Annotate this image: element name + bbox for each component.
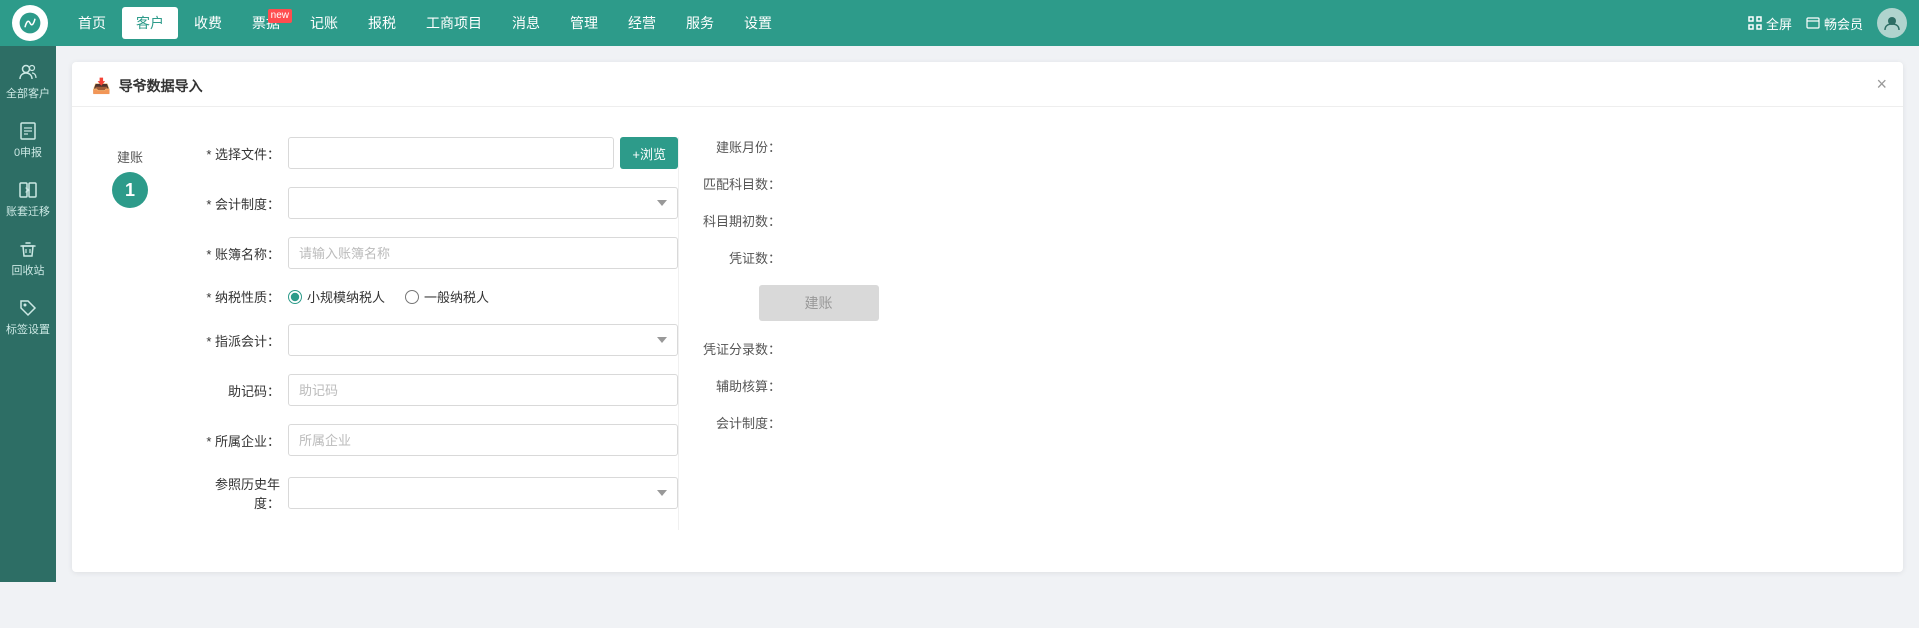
radio-small-input[interactable] (288, 290, 302, 304)
accounting-system-row: * 会计制度： (198, 187, 678, 219)
company-input[interactable] (288, 424, 678, 456)
accountant-select[interactable] (288, 324, 678, 356)
file-select-row: * 选择文件： +浏览 (198, 137, 678, 169)
form-body: 建账 1 * 选择文件： +浏览 * 会计制度： (72, 107, 1903, 560)
sidebar-label-migrate: 账套迁移 (6, 203, 50, 219)
nav-item-首页[interactable]: 首页 (64, 7, 120, 39)
match-subject-row: 匹配科目数： (699, 174, 938, 193)
sidebar-label-tag-settings: 标签设置 (6, 321, 50, 337)
tax-type-label: * 纳税性质： (198, 287, 288, 306)
logo[interactable] (12, 5, 48, 41)
nav-items: 首页客户收费票据new记账报税工商项目消息管理经营服务设置 (64, 7, 1748, 39)
nav-item-服务[interactable]: 服务 (672, 7, 728, 39)
card-title: 导爷数据导入 (119, 76, 203, 96)
step-indicator: 建账 1 (112, 137, 148, 530)
company-label: * 所属企业： (198, 431, 288, 450)
form-fields: * 选择文件： +浏览 * 会计制度： * 账簿名称： (198, 137, 678, 530)
memo-row: 助记码： (198, 374, 678, 406)
nav-item-客户[interactable]: 客户 (122, 7, 178, 39)
sidebar-item-trash[interactable]: 回收站 (0, 231, 56, 286)
match-subject-label: 匹配科目数： (699, 174, 789, 193)
file-input[interactable] (288, 137, 614, 169)
accounting-system-info-row: 会计制度： (699, 413, 938, 432)
top-nav: 首页客户收费票据new记账报税工商项目消息管理经营服务设置 全屏 畅会员 (0, 0, 1919, 46)
ledger-name-input[interactable] (288, 237, 678, 269)
fullscreen-label: 全屏 (1766, 14, 1792, 33)
tax-radio-group: 小规模纳税人 一般纳税人 (288, 287, 489, 306)
radio-small-label: 小规模纳税人 (307, 287, 385, 306)
sidebar-item-tag-settings[interactable]: 标签设置 (0, 290, 56, 345)
nav-item-票据[interactable]: 票据new (238, 7, 294, 39)
nav-item-报税[interactable]: 报税 (354, 7, 410, 39)
nav-item-设置[interactable]: 设置 (730, 7, 786, 39)
import-icon: 📥 (92, 77, 111, 95)
month-label: 建账月份： (699, 137, 789, 156)
radio-general-taxpayer[interactable]: 一般纳税人 (405, 287, 489, 306)
step-badge: 1 (112, 172, 148, 208)
nav-badge: new (268, 9, 292, 23)
sidebar-item-all-clients[interactable]: 全部客户 (0, 54, 56, 109)
accountant-row: * 指派会计： (198, 324, 678, 356)
voucher-entries-row: 凭证分录数： (699, 339, 938, 358)
initial-number-label: 科目期初数： (699, 211, 789, 230)
radio-small-taxpayer[interactable]: 小规模纳税人 (288, 287, 385, 306)
memo-label: 助记码： (198, 381, 288, 400)
build-account-button[interactable]: 建账 (759, 285, 879, 321)
nav-item-工商项目[interactable]: 工商项目 (412, 7, 496, 39)
sidebar-item-zero-report[interactable]: 0申报 (0, 113, 56, 168)
aux-label: 辅助核算： (699, 376, 789, 395)
sidebar-label-zero-report: 0申报 (14, 144, 42, 160)
browse-button[interactable]: +浏览 (620, 137, 678, 169)
accounting-system-label: * 会计制度： (198, 194, 288, 213)
company-row: * 所属企业： (198, 424, 678, 456)
close-button[interactable]: × (1876, 74, 1887, 95)
member-btn[interactable]: 畅会员 (1806, 14, 1863, 33)
history-year-select[interactable] (288, 477, 678, 509)
nav-item-管理[interactable]: 管理 (556, 7, 612, 39)
history-year-label: 参照历史年度： (198, 474, 288, 512)
import-dialog: 📥 导爷数据导入 × 建账 1 * 选择文件： +浏览 (72, 62, 1903, 572)
nav-item-消息[interactable]: 消息 (498, 7, 554, 39)
file-label: * 选择文件： (198, 144, 288, 163)
sidebar-item-migrate[interactable]: 账套迁移 (0, 172, 56, 227)
month-row: 建账月份： (699, 137, 938, 156)
radio-general-label: 一般纳税人 (424, 287, 489, 306)
accountant-label: * 指派会计： (198, 331, 288, 350)
member-label: 畅会员 (1824, 14, 1863, 33)
file-input-wrapper: +浏览 (288, 137, 678, 169)
aux-row: 辅助核算： (699, 376, 938, 395)
sidebar-label-trash: 回收站 (12, 262, 45, 278)
initial-number-row: 科目期初数： (699, 211, 938, 230)
right-panel: 建账月份： 匹配科目数： 科目期初数： 凭证数： 建账 (678, 137, 938, 530)
fullscreen-btn[interactable]: 全屏 (1748, 14, 1792, 33)
user-avatar[interactable] (1877, 8, 1907, 38)
voucher-entries-label: 凭证分录数： (699, 339, 789, 358)
ledger-name-row: * 账簿名称： (198, 237, 678, 269)
voucher-label: 凭证数： (699, 248, 789, 267)
history-year-row: 参照历史年度： (198, 474, 678, 512)
nav-right: 全屏 畅会员 (1748, 8, 1907, 38)
memo-input[interactable] (288, 374, 678, 406)
nav-item-经营[interactable]: 经营 (614, 7, 670, 39)
nav-item-收费[interactable]: 收费 (180, 7, 236, 39)
ledger-name-label: * 账簿名称： (198, 244, 288, 263)
accounting-system-select[interactable] (288, 187, 678, 219)
tax-type-row: * 纳税性质： 小规模纳税人 一般纳税人 (198, 287, 678, 306)
card-header: 📥 导爷数据导入 × (72, 62, 1903, 107)
accounting-system-info-label: 会计制度： (699, 413, 789, 432)
step-section-label: 建账 (117, 147, 143, 166)
radio-general-input[interactable] (405, 290, 419, 304)
sidebar: 全部客户 0申报 账套迁移 回收站 标签设置 (0, 46, 56, 582)
nav-item-记账[interactable]: 记账 (296, 7, 352, 39)
sidebar-label-all-clients: 全部客户 (6, 85, 50, 101)
voucher-row: 凭证数： (699, 248, 938, 267)
main-content: 📥 导爷数据导入 × 建账 1 * 选择文件： +浏览 (56, 46, 1919, 588)
